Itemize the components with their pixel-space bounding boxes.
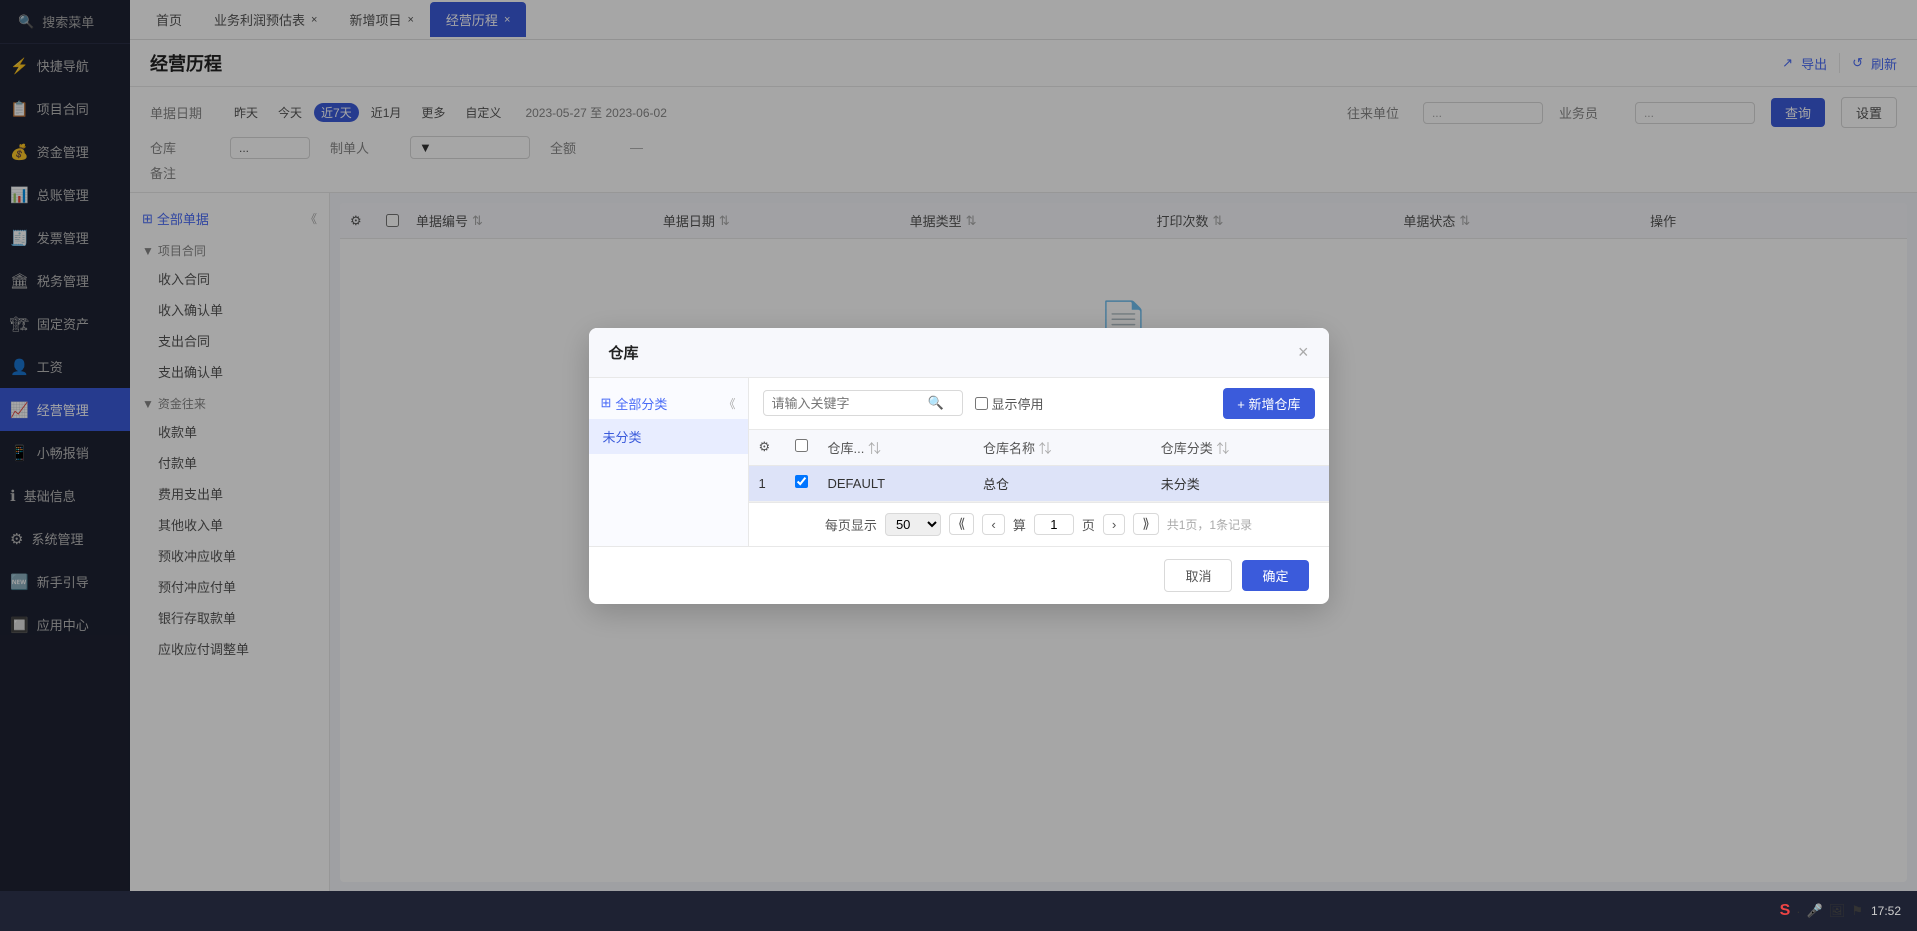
modal-close-button[interactable]: × — [1298, 342, 1309, 363]
row-category: 未分类 — [1151, 465, 1329, 501]
search-icon: 🔍 — [928, 395, 944, 411]
modal-collapse-icon[interactable]: 《 — [723, 395, 735, 412]
modal-next-page-btn[interactable]: › — [1103, 514, 1125, 535]
row-name: 总仓 — [973, 465, 1151, 501]
taskbar: S · 🎤 🖼 ⚑ 17:52 — [0, 891, 1917, 931]
row-checkbox[interactable] — [785, 465, 818, 501]
row-select-checkbox[interactable] — [795, 475, 808, 488]
modal-overlay: 仓库 × ⊞ 全部分类 《 未分类 — [0, 0, 1917, 931]
modal-toolbar: 🔍 显示停用 + 新增仓库 — [749, 378, 1329, 430]
sort-code-icon[interactable]: ⇅ — [868, 441, 881, 456]
taskbar-icon-flag: ⚑ — [1851, 903, 1863, 919]
sort-category-icon[interactable]: ⇅ — [1216, 441, 1229, 456]
modal-all-label[interactable]: 全部分类 — [615, 394, 667, 413]
taskbar-icon-img: 🖼 — [1829, 903, 1846, 919]
confirm-button[interactable]: 确定 — [1242, 560, 1308, 591]
taskbar-time: 17:52 — [1871, 904, 1901, 918]
taskbar-icons: S · 🎤 🖼 ⚑ — [1780, 902, 1863, 920]
modal-footer: 取消 确定 — [589, 546, 1329, 604]
modal-right-panel: 🔍 显示停用 + 新增仓库 ⚙ — [749, 378, 1329, 546]
row-index: 1 — [749, 465, 785, 501]
modal-title: 仓库 — [609, 342, 639, 363]
modal-th-checkbox — [785, 430, 818, 466]
modal-search-box: 🔍 — [763, 390, 963, 416]
modal-pager: 每页显示 50 100 ⟪ ‹ 算 页 › ⟫ 共1页，1条记录 — [749, 502, 1329, 546]
modal-per-page-select[interactable]: 50 100 — [885, 513, 941, 536]
modal-left-panel: ⊞ 全部分类 《 未分类 — [589, 378, 749, 546]
modal-body: ⊞ 全部分类 《 未分类 🔍 — [589, 378, 1329, 546]
row-code: DEFAULT — [818, 465, 974, 501]
sort-name-icon[interactable]: ⇅ — [1039, 441, 1052, 456]
modal-th-code: 仓库... ⇅ — [818, 430, 974, 466]
taskbar-icon-mic: 🎤 — [1807, 903, 1823, 919]
modal-th-settings[interactable]: ⚙ — [749, 430, 785, 466]
show-disabled-checkbox[interactable] — [975, 397, 988, 410]
modal-table: ⚙ 仓库... ⇅ 仓库名称 ⇅ — [749, 430, 1329, 502]
grid-modal-icon: ⊞ — [601, 395, 612, 411]
modal-table-header-row: ⚙ 仓库... ⇅ 仓库名称 ⇅ — [749, 430, 1329, 466]
modal-search-input[interactable] — [772, 396, 922, 411]
show-disabled-label[interactable]: 显示停用 — [975, 394, 1044, 413]
modal-page-suffix: 页 — [1082, 515, 1095, 534]
modal-last-page-btn[interactable]: ⟫ — [1133, 513, 1158, 535]
modal-header: 仓库 × — [589, 328, 1329, 378]
modal-first-page-btn[interactable]: ⟪ — [949, 513, 974, 535]
modal-prev-page-btn[interactable]: ‹ — [982, 514, 1004, 535]
modal-th-name: 仓库名称 ⇅ — [973, 430, 1151, 466]
warehouse-modal: 仓库 × ⊞ 全部分类 《 未分类 — [589, 328, 1329, 604]
modal-category-uncategorized[interactable]: 未分类 — [589, 419, 748, 454]
modal-page-label: 算 — [1013, 515, 1026, 534]
modal-page-input[interactable] — [1034, 514, 1074, 535]
cancel-button[interactable]: 取消 — [1164, 559, 1232, 592]
modal-th-category: 仓库分类 ⇅ — [1151, 430, 1329, 466]
taskbar-icon-dot: · — [1796, 904, 1800, 919]
show-disabled-text: 显示停用 — [992, 394, 1044, 413]
modal-total-info: 共1页，1条记录 — [1167, 516, 1252, 533]
table-row[interactable]: 1 DEFAULT 总仓 未分类 — [749, 465, 1329, 501]
modal-per-page-label: 每页显示 — [825, 515, 877, 534]
taskbar-icon-s: S — [1780, 902, 1791, 920]
uncategorized-label: 未分类 — [603, 430, 642, 445]
modal-select-all[interactable] — [795, 439, 808, 452]
add-warehouse-button[interactable]: + 新增仓库 — [1223, 388, 1314, 419]
modal-left-header: ⊞ 全部分类 《 — [589, 388, 748, 419]
